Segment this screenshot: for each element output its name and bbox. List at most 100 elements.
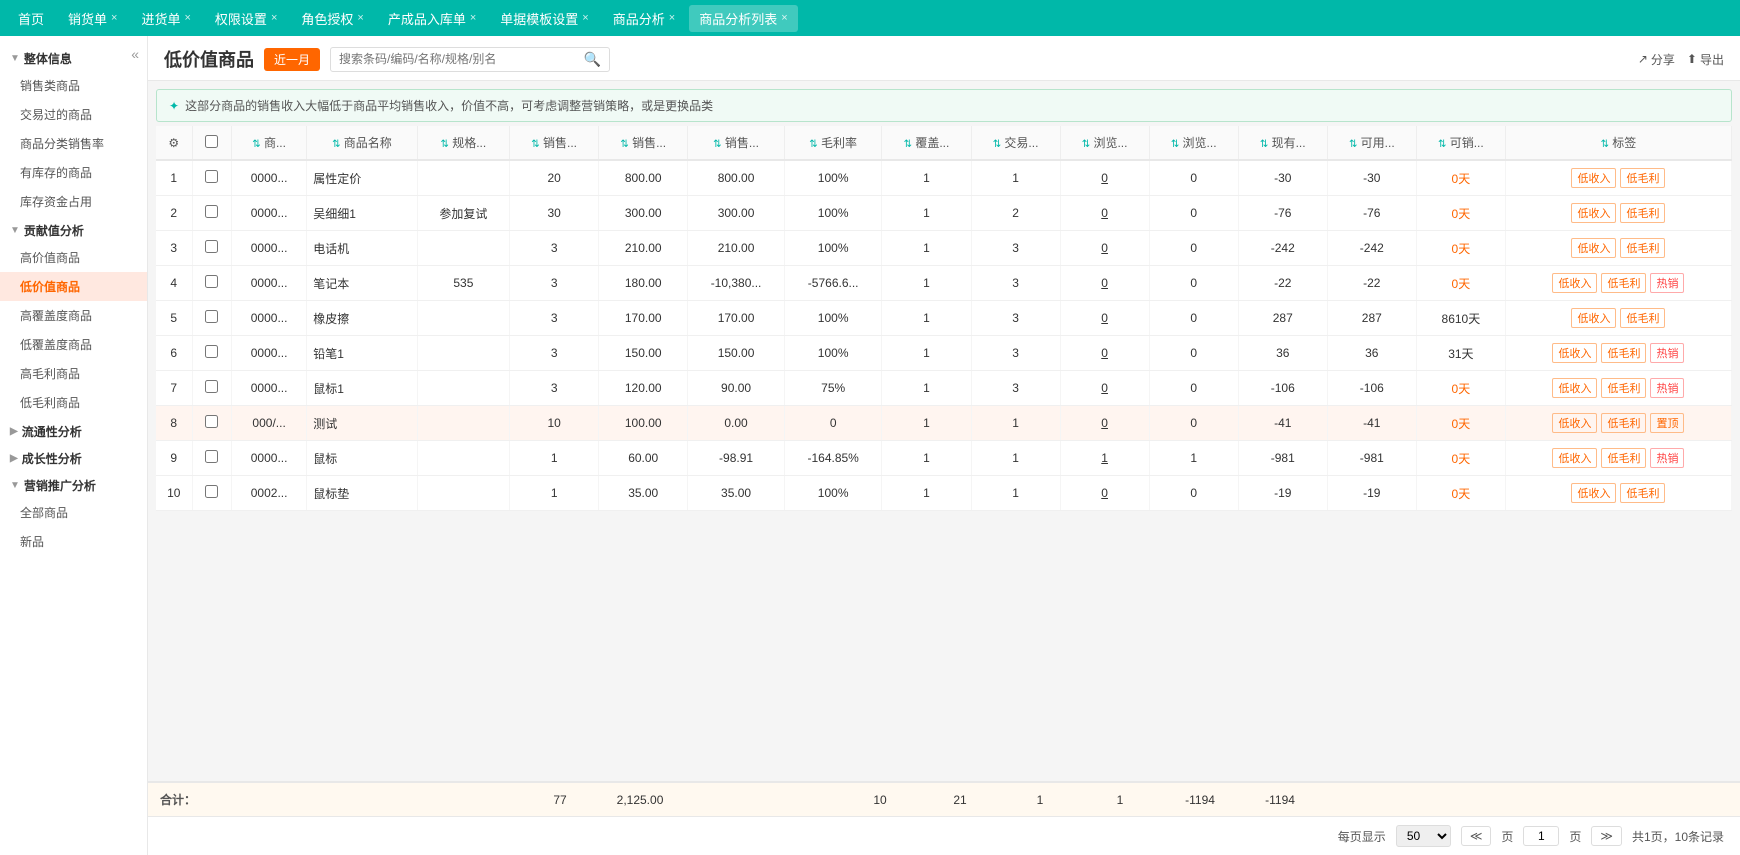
sidebar-group-growth[interactable]: ▶ 成长性分析 — [0, 444, 147, 471]
browse-link[interactable]: 0 — [1101, 416, 1108, 430]
sidebar-group-marketing[interactable]: ▼ 营销推广分析 — [0, 471, 147, 498]
sidebar-item-all-goods[interactable]: 全部商品 — [0, 498, 147, 527]
sidebar-item-high-value[interactable]: 高价值商品 — [0, 243, 147, 272]
col-sales-qty[interactable]: ⇅ 销售... — [510, 126, 599, 160]
sidebar-item-high-margin[interactable]: 高毛利商品 — [0, 359, 147, 388]
col-sales-avg[interactable]: ⇅ 销售... — [688, 126, 785, 160]
sidebar-item-stock-goods[interactable]: 有库存的商品 — [0, 158, 147, 187]
col-sales-amt[interactable]: ⇅ 销售... — [599, 126, 688, 160]
page-size-select[interactable]: 50 100 — [1396, 825, 1451, 847]
row-select-checkbox[interactable] — [205, 205, 218, 218]
row-name[interactable]: 铅笔1 — [307, 336, 417, 371]
next-page-btn[interactable]: ≫ — [1591, 826, 1622, 846]
export-button[interactable]: ⬆ 导出 — [1687, 51, 1724, 68]
first-page-btn[interactable]: ≪ — [1461, 826, 1492, 846]
row-select-checkbox[interactable] — [205, 310, 218, 323]
col-browse1[interactable]: ⇅ 浏览... — [1060, 126, 1149, 160]
close-icon[interactable]: × — [184, 12, 190, 24]
close-icon[interactable]: × — [669, 12, 675, 24]
row-browse1[interactable]: 0 — [1060, 336, 1149, 371]
close-icon[interactable]: × — [582, 12, 588, 24]
row-select-checkbox[interactable] — [205, 170, 218, 183]
search-input[interactable] — [339, 52, 580, 66]
row-browse1[interactable]: 0 — [1060, 406, 1149, 441]
row-browse1[interactable]: 0 — [1060, 231, 1149, 266]
close-icon[interactable]: × — [271, 12, 277, 24]
nav-product-inbound[interactable]: 产成品入库单 × — [378, 5, 486, 32]
row-name[interactable]: 鼠标垫 — [307, 476, 417, 511]
row-checkbox[interactable] — [192, 266, 231, 301]
row-name[interactable]: 橡皮擦 — [307, 301, 417, 336]
row-select-checkbox[interactable] — [205, 345, 218, 358]
nav-product-analysis[interactable]: 商品分析 × — [603, 5, 685, 32]
sidebar-group-overall[interactable]: ▼ 整体信息 — [0, 44, 129, 71]
row-checkbox[interactable] — [192, 371, 231, 406]
row-select-checkbox[interactable] — [205, 275, 218, 288]
browse-link[interactable]: 0 — [1101, 381, 1108, 395]
row-checkbox[interactable] — [192, 336, 231, 371]
row-browse1[interactable]: 0 — [1060, 371, 1149, 406]
row-checkbox[interactable] — [192, 476, 231, 511]
close-icon[interactable]: × — [111, 12, 117, 24]
col-trade[interactable]: ⇅ 交易... — [971, 126, 1060, 160]
col-available[interactable]: ⇅ 可用... — [1327, 126, 1416, 160]
row-browse1[interactable]: 0 — [1060, 266, 1149, 301]
row-browse1[interactable]: 0 — [1060, 476, 1149, 511]
row-checkbox[interactable] — [192, 301, 231, 336]
nav-permissions[interactable]: 权限设置 × — [205, 5, 287, 32]
col-tag[interactable]: ⇅ 标签 — [1505, 126, 1731, 160]
row-checkbox[interactable] — [192, 160, 231, 196]
row-name[interactable]: 笔记本 — [307, 266, 417, 301]
row-name[interactable]: 电话机 — [307, 231, 417, 266]
row-browse1[interactable]: 0 — [1060, 160, 1149, 196]
sidebar-item-low-coverage[interactable]: 低覆盖度商品 — [0, 330, 147, 359]
sidebar-item-low-margin[interactable]: 低毛利商品 — [0, 388, 147, 417]
row-select-checkbox[interactable] — [205, 380, 218, 393]
row-name[interactable]: 吴细细1 — [307, 196, 417, 231]
browse-link[interactable]: 0 — [1101, 311, 1108, 325]
nav-sales-order[interactable]: 销货单 × — [58, 5, 127, 32]
browse-link[interactable]: 0 — [1101, 206, 1108, 220]
row-browse1[interactable]: 1 — [1060, 441, 1149, 476]
row-name[interactable]: 属性定价 — [307, 160, 417, 196]
sidebar-group-contribution[interactable]: ▼ 贡献值分析 — [0, 216, 147, 243]
sidebar-item-category-sales-rate[interactable]: 商品分类销售率 — [0, 129, 147, 158]
row-name[interactable]: 鼠标 — [307, 441, 417, 476]
select-all-checkbox[interactable] — [205, 135, 218, 148]
nav-template-settings[interactable]: 单据模板设置 × — [490, 5, 598, 32]
nav-purchase-order[interactable]: 进货单 × — [131, 5, 200, 32]
row-select-checkbox[interactable] — [205, 485, 218, 498]
sidebar-item-traded-goods[interactable]: 交易过的商品 — [0, 100, 147, 129]
close-icon[interactable]: × — [781, 12, 787, 24]
nav-product-analysis-list[interactable]: 商品分析列表 × — [689, 5, 797, 32]
row-checkbox[interactable] — [192, 196, 231, 231]
row-name[interactable]: 鼠标1 — [307, 371, 417, 406]
close-icon[interactable]: × — [470, 12, 476, 24]
sidebar-group-liquidity[interactable]: ▶ 流通性分析 — [0, 417, 147, 444]
browse-link[interactable]: 0 — [1101, 276, 1108, 290]
nav-role-auth[interactable]: 角色授权 × — [291, 5, 373, 32]
col-saleable[interactable]: ⇅ 可销... — [1416, 126, 1505, 160]
browse-link[interactable]: 0 — [1101, 241, 1108, 255]
col-spec[interactable]: ⇅ 规格... — [417, 126, 510, 160]
browse-link[interactable]: 0 — [1101, 171, 1108, 185]
col-settings[interactable]: ⚙ — [156, 126, 192, 160]
share-button[interactable]: ↗ 分享 — [1638, 51, 1675, 68]
row-checkbox[interactable] — [192, 406, 231, 441]
col-gross-rate[interactable]: ⇅ 毛利率 — [784, 126, 882, 160]
sidebar-collapse-btn[interactable]: « — [129, 44, 141, 64]
row-checkbox[interactable] — [192, 231, 231, 266]
sidebar-item-low-value[interactable]: 低价值商品 — [0, 272, 147, 301]
sidebar-item-high-coverage[interactable]: 高覆盖度商品 — [0, 301, 147, 330]
sidebar-item-sales-goods[interactable]: 销售类商品 — [0, 71, 147, 100]
nav-home[interactable]: 首页 — [8, 5, 54, 32]
row-browse1[interactable]: 0 — [1060, 301, 1149, 336]
sidebar-item-new-goods[interactable]: 新品 — [0, 527, 147, 556]
col-checkbox[interactable] — [192, 126, 231, 160]
row-select-checkbox[interactable] — [205, 240, 218, 253]
close-icon[interactable]: × — [357, 12, 363, 24]
browse-link[interactable]: 0 — [1101, 346, 1108, 360]
filter-button[interactable]: 近一月 — [264, 48, 320, 71]
row-select-checkbox[interactable] — [205, 415, 218, 428]
browse-link[interactable]: 1 — [1101, 451, 1108, 465]
